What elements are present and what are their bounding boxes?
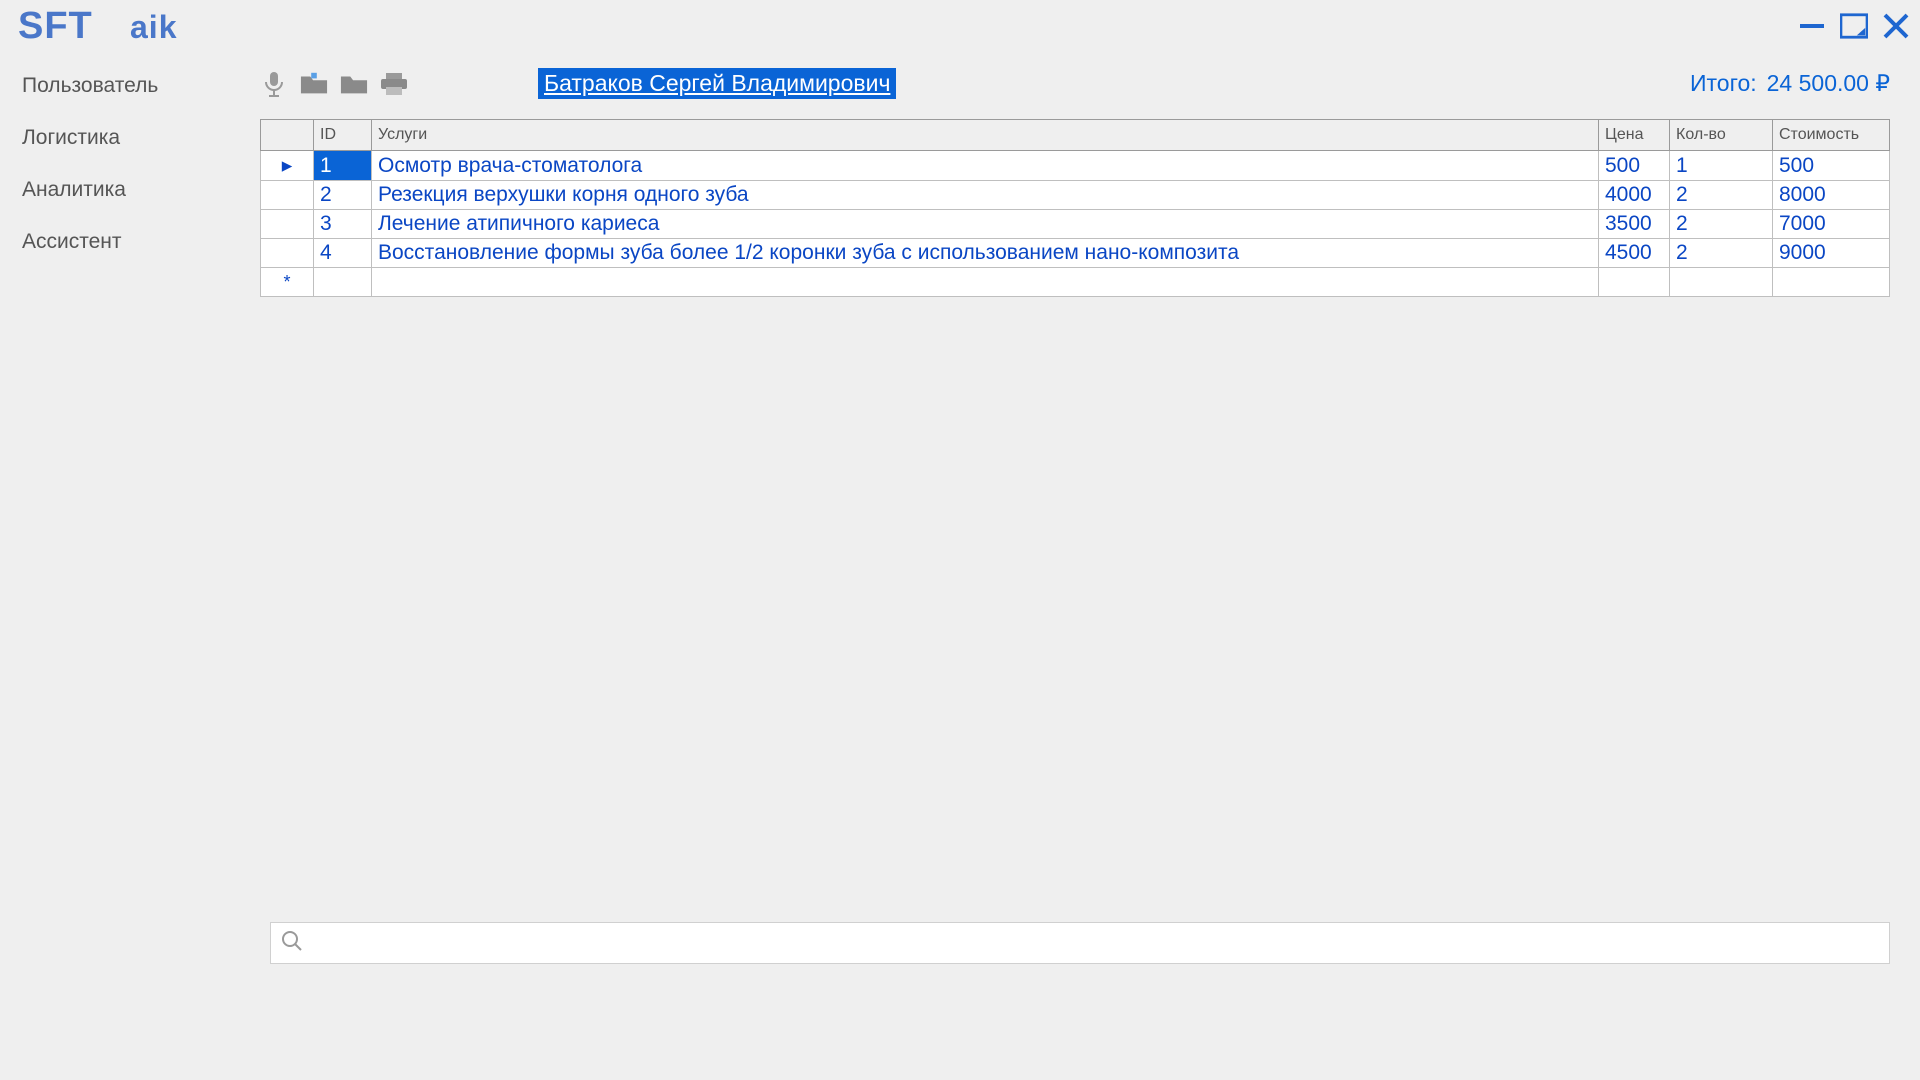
cell-empty[interactable] bbox=[1773, 268, 1890, 297]
titlebar: SFT aik bbox=[0, 0, 1920, 48]
sidebar-item-analytics[interactable]: Аналитика bbox=[0, 164, 246, 216]
sidebar-item-user[interactable]: Пользователь bbox=[0, 60, 246, 112]
row-indicator bbox=[261, 210, 314, 239]
microphone-icon[interactable] bbox=[260, 72, 288, 96]
search-input[interactable] bbox=[303, 931, 1889, 956]
row-indicator-new: * bbox=[261, 268, 314, 297]
cell-cost[interactable]: 8000 bbox=[1773, 181, 1890, 210]
cell-cost[interactable]: 7000 bbox=[1773, 210, 1890, 239]
minimize-button[interactable] bbox=[1798, 12, 1826, 40]
svg-text:SFT: SFT bbox=[18, 6, 93, 46]
col-qty-header[interactable]: Кол-во bbox=[1670, 120, 1773, 151]
cell-service[interactable]: Осмотр врача-стоматолога bbox=[372, 151, 1599, 181]
table-row[interactable]: 2Резекция верхушки корня одного зуба4000… bbox=[261, 181, 1890, 210]
col-indicator bbox=[261, 120, 314, 151]
table-row[interactable]: 3Лечение атипичного кариеса350027000 bbox=[261, 210, 1890, 239]
cell-id[interactable]: 4 bbox=[314, 239, 372, 268]
col-id-header[interactable]: ID bbox=[314, 120, 372, 151]
cell-price[interactable]: 4000 bbox=[1599, 181, 1670, 210]
main-content: Батраков Сергей Владимирович Итого: 24 5… bbox=[246, 48, 1920, 297]
row-indicator bbox=[261, 181, 314, 210]
cell-qty[interactable]: 2 bbox=[1670, 239, 1773, 268]
total-value: 24 500.00 ₽ bbox=[1767, 70, 1890, 97]
cell-id[interactable]: 1 bbox=[314, 151, 372, 181]
total-block: Итого: 24 500.00 ₽ bbox=[1690, 70, 1890, 97]
cell-price[interactable]: 500 bbox=[1599, 151, 1670, 181]
search-icon bbox=[281, 930, 303, 957]
table-row[interactable]: 4Восстановление формы зуба более 1/2 кор… bbox=[261, 239, 1890, 268]
cell-price[interactable]: 4500 bbox=[1599, 239, 1670, 268]
app-logo: SFT aik bbox=[18, 6, 268, 46]
toolbar: Батраков Сергей Владимирович Итого: 24 5… bbox=[260, 68, 1890, 119]
table-row-new[interactable]: * bbox=[261, 268, 1890, 297]
sidebar-item-logistics[interactable]: Логистика bbox=[0, 112, 246, 164]
cell-qty[interactable]: 1 bbox=[1670, 151, 1773, 181]
cell-qty[interactable]: 2 bbox=[1670, 181, 1773, 210]
cell-empty[interactable] bbox=[1599, 268, 1670, 297]
cell-service[interactable]: Резекция верхушки корня одного зуба bbox=[372, 181, 1599, 210]
total-label: Итого: bbox=[1690, 70, 1757, 97]
col-price-header[interactable]: Цена bbox=[1599, 120, 1670, 151]
cell-id[interactable]: 3 bbox=[314, 210, 372, 239]
patient-name[interactable]: Батраков Сергей Владимирович bbox=[538, 68, 896, 99]
row-indicator bbox=[261, 239, 314, 268]
col-cost-header[interactable]: Стоимость bbox=[1773, 120, 1890, 151]
sidebar-item-assistant[interactable]: Ассистент bbox=[0, 216, 246, 268]
services-table[interactable]: ID Услуги Цена Кол-во Стоимость ▸1Осмотр… bbox=[260, 119, 1890, 297]
open-folder-icon[interactable] bbox=[300, 72, 328, 96]
restore-button[interactable] bbox=[1840, 12, 1868, 40]
cell-service[interactable]: Восстановление формы зуба более 1/2 коро… bbox=[372, 239, 1599, 268]
cell-id[interactable]: 2 bbox=[314, 181, 372, 210]
row-indicator: ▸ bbox=[261, 151, 314, 181]
close-button[interactable] bbox=[1882, 12, 1910, 40]
cell-empty[interactable] bbox=[372, 268, 1599, 297]
folder-icon[interactable] bbox=[340, 72, 368, 96]
cell-cost[interactable]: 500 bbox=[1773, 151, 1890, 181]
cell-empty[interactable] bbox=[314, 268, 372, 297]
col-service-header[interactable]: Услуги bbox=[372, 120, 1599, 151]
window-controls bbox=[1798, 12, 1910, 40]
svg-text:aik: aik bbox=[130, 9, 177, 45]
cell-cost[interactable]: 9000 bbox=[1773, 239, 1890, 268]
cell-service[interactable]: Лечение атипичного кариеса bbox=[372, 210, 1599, 239]
sidebar: Пользователь Логистика Аналитика Ассисте… bbox=[0, 48, 246, 268]
cell-qty[interactable]: 2 bbox=[1670, 210, 1773, 239]
table-row[interactable]: ▸1Осмотр врача-стоматолога5001500 bbox=[261, 151, 1890, 181]
cell-empty[interactable] bbox=[1670, 268, 1773, 297]
cell-price[interactable]: 3500 bbox=[1599, 210, 1670, 239]
search-bar[interactable] bbox=[270, 922, 1890, 964]
printer-icon[interactable] bbox=[380, 72, 408, 96]
